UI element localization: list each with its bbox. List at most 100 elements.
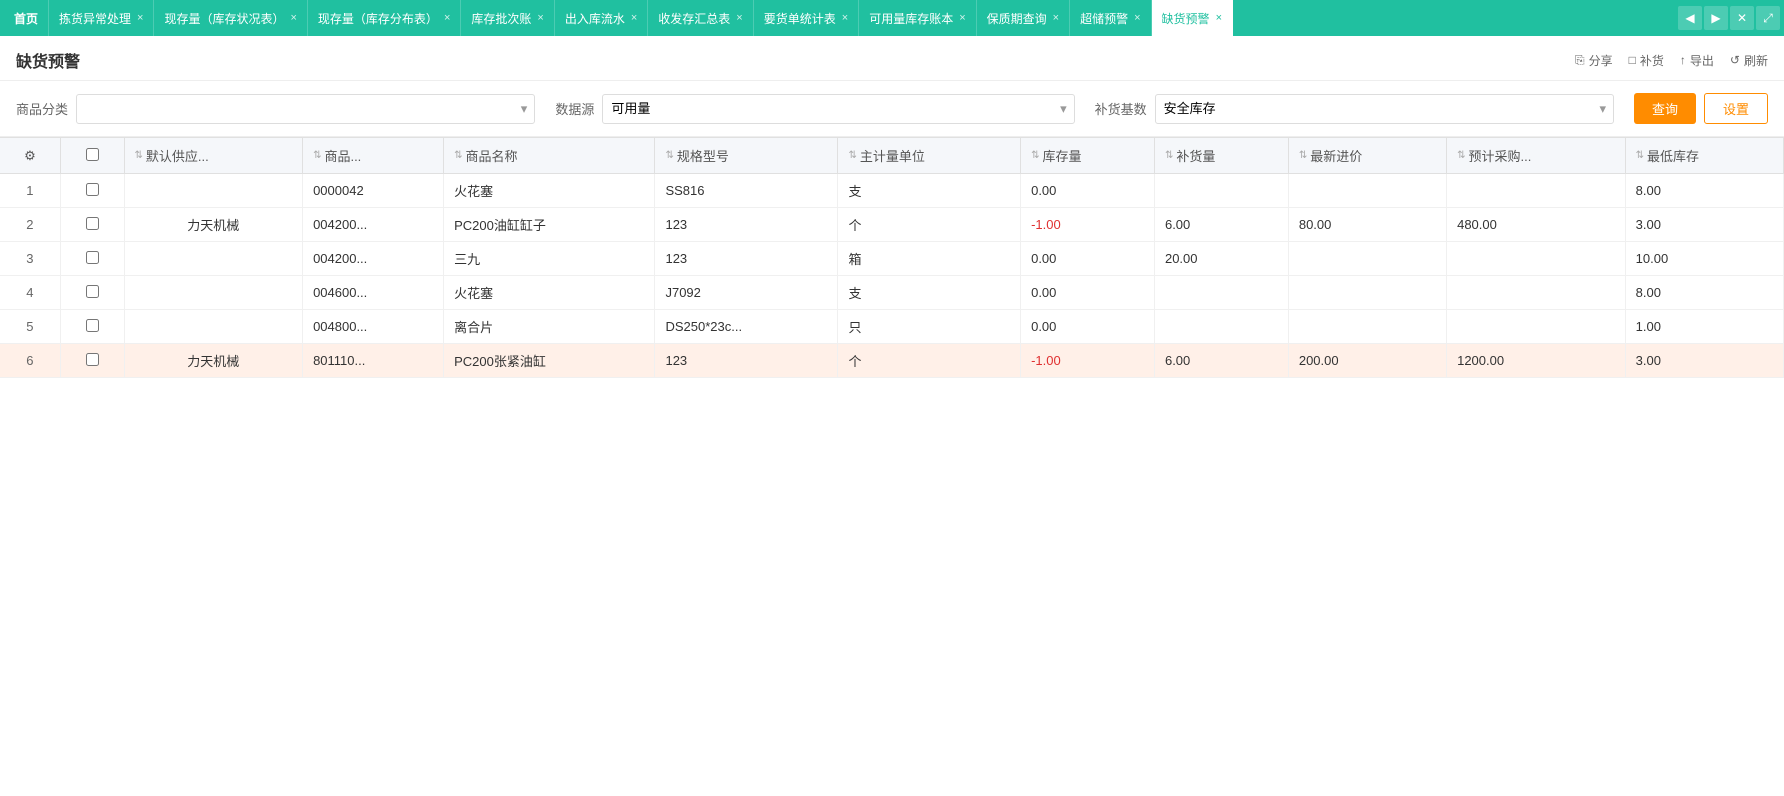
row-check-0[interactable] bbox=[60, 174, 124, 208]
th-supplier[interactable]: 默认供应... bbox=[124, 138, 303, 174]
row-num-1: 2 bbox=[0, 208, 60, 242]
row-num-3: 4 bbox=[0, 276, 60, 310]
tab-3[interactable]: 现存量（库存分布表） × bbox=[308, 0, 461, 36]
row-spec-0: SS816 bbox=[655, 174, 838, 208]
row-replenish-3 bbox=[1154, 276, 1288, 310]
row-estimate-3 bbox=[1447, 276, 1626, 310]
row-spec-3: J7092 bbox=[655, 276, 838, 310]
row-supplier-1: 力天机械 bbox=[124, 208, 303, 242]
export-button[interactable]: ↑ 导出 bbox=[1680, 52, 1714, 69]
tab-home[interactable]: 首页 bbox=[4, 0, 49, 36]
row-supplier-2 bbox=[124, 242, 303, 276]
tab-11[interactable]: 缺货预警 × bbox=[1152, 0, 1233, 36]
page-title: 缺货预警 bbox=[16, 48, 80, 72]
tab-9-close[interactable]: × bbox=[1053, 12, 1059, 24]
tab-6-close[interactable]: × bbox=[736, 12, 742, 24]
tab-4-close[interactable]: × bbox=[537, 12, 543, 24]
row-estimate-0 bbox=[1447, 174, 1626, 208]
th-min-stock[interactable]: 最低库存 bbox=[1625, 138, 1783, 174]
row-code-4: 004800... bbox=[303, 310, 444, 344]
row-num-5: 6 bbox=[0, 344, 60, 378]
tab-1-close[interactable]: × bbox=[137, 12, 143, 24]
th-stock[interactable]: 库存量 bbox=[1021, 138, 1155, 174]
tab-8-close[interactable]: × bbox=[959, 12, 965, 24]
tab-11-close[interactable]: × bbox=[1216, 12, 1222, 24]
query-button[interactable]: 查询 bbox=[1634, 93, 1696, 124]
row-min-stock-2: 10.00 bbox=[1625, 242, 1783, 276]
row-check-3[interactable] bbox=[60, 276, 124, 310]
settings-button[interactable]: 设置 bbox=[1704, 93, 1768, 124]
filter-group-basis: 补货基数 安全库存 bbox=[1095, 94, 1614, 124]
th-name-label: 商品名称 bbox=[465, 146, 517, 165]
tab-6-label: 收发存汇总表 bbox=[658, 10, 730, 27]
row-name-1: PC200油缸缸子 bbox=[444, 208, 655, 242]
tab-3-label: 现存量（库存分布表） bbox=[318, 10, 438, 27]
row-unit-3: 支 bbox=[838, 276, 1021, 310]
filter-category-wrapper bbox=[76, 94, 535, 124]
tab-3-close[interactable]: × bbox=[444, 12, 450, 24]
th-min-stock-label: 最低库存 bbox=[1647, 146, 1699, 165]
row-check-5[interactable] bbox=[60, 344, 124, 378]
row-supplier-4 bbox=[124, 310, 303, 344]
row-check-1[interactable] bbox=[60, 208, 124, 242]
row-supplier-0 bbox=[124, 174, 303, 208]
row-stock-2: 0.00 bbox=[1021, 242, 1155, 276]
tab-1-label: 拣货异常处理 bbox=[59, 10, 131, 27]
row-replenish-0 bbox=[1154, 174, 1288, 208]
row-replenish-5: 6.00 bbox=[1154, 344, 1288, 378]
tab-bar: 首页 拣货异常处理 × 现存量（库存状况表） × 现存量（库存分布表） × 库存… bbox=[0, 0, 1784, 36]
tab-6[interactable]: 收发存汇总表 × bbox=[648, 0, 753, 36]
filter-datasource-select[interactable]: 可用量 bbox=[602, 94, 1074, 124]
row-estimate-1: 480.00 bbox=[1447, 208, 1626, 242]
tab-4[interactable]: 库存批次账 × bbox=[461, 0, 554, 36]
row-stock-0: 0.00 bbox=[1021, 174, 1155, 208]
tab-10[interactable]: 超储预警 × bbox=[1070, 0, 1151, 36]
tab-9[interactable]: 保质期查询 × bbox=[977, 0, 1070, 36]
filter-category-select[interactable] bbox=[76, 94, 535, 124]
row-spec-1: 123 bbox=[655, 208, 838, 242]
select-all-checkbox[interactable] bbox=[86, 148, 99, 161]
tab-1[interactable]: 拣货异常处理 × bbox=[49, 0, 154, 36]
row-name-0: 火花塞 bbox=[444, 174, 655, 208]
tab-5-label: 出入库流水 bbox=[565, 10, 625, 27]
row-name-4: 离合片 bbox=[444, 310, 655, 344]
row-check-2[interactable] bbox=[60, 242, 124, 276]
tab-2-close[interactable]: × bbox=[290, 12, 296, 24]
row-check-4[interactable] bbox=[60, 310, 124, 344]
tab-expand-btn[interactable]: ⤢ bbox=[1756, 6, 1780, 30]
tab-7-close[interactable]: × bbox=[842, 12, 848, 24]
tab-5-close[interactable]: × bbox=[631, 12, 637, 24]
share-button[interactable]: ⎘ 分享 bbox=[1575, 52, 1613, 69]
row-price-4 bbox=[1288, 310, 1446, 344]
th-spec[interactable]: 规格型号 bbox=[655, 138, 838, 174]
tab-prev-btn[interactable]: ◀ bbox=[1678, 6, 1702, 30]
tab-2[interactable]: 现存量（库存状况表） × bbox=[154, 0, 307, 36]
th-checkbox[interactable] bbox=[60, 138, 124, 174]
th-name[interactable]: 商品名称 bbox=[444, 138, 655, 174]
row-name-5: PC200张紧油缸 bbox=[444, 344, 655, 378]
th-estimate[interactable]: 预计采购... bbox=[1447, 138, 1626, 174]
tab-8[interactable]: 可用量库存账本 × bbox=[859, 0, 976, 36]
th-unit[interactable]: 主计量单位 bbox=[838, 138, 1021, 174]
refresh-button[interactable]: ↺ 刷新 bbox=[1730, 52, 1768, 69]
tab-7[interactable]: 要货单统计表 × bbox=[754, 0, 859, 36]
replenish-button[interactable]: □ 补货 bbox=[1629, 52, 1664, 69]
row-code-5: 801110... bbox=[303, 344, 444, 378]
row-code-2: 004200... bbox=[303, 242, 444, 276]
row-price-3 bbox=[1288, 276, 1446, 310]
tab-close-all-btn[interactable]: ✕ bbox=[1730, 6, 1754, 30]
th-replenish[interactable]: 补货量 bbox=[1154, 138, 1288, 174]
th-settings[interactable]: ⚙ bbox=[0, 138, 60, 174]
th-estimate-label: 预计采购... bbox=[1468, 146, 1531, 165]
row-spec-4: DS250*23c... bbox=[655, 310, 838, 344]
filter-basis-select[interactable]: 安全库存 bbox=[1155, 94, 1614, 124]
row-estimate-5: 1200.00 bbox=[1447, 344, 1626, 378]
tab-10-close[interactable]: × bbox=[1134, 12, 1140, 24]
header-actions: ⎘ 分享 □ 补货 ↑ 导出 ↺ 刷新 bbox=[1575, 52, 1768, 69]
page-header: 缺货预警 ⎘ 分享 □ 补货 ↑ 导出 ↺ 刷新 bbox=[0, 36, 1784, 81]
table-row: 5 004800... 离合片 DS250*23c... 只 0.00 1.00 bbox=[0, 310, 1784, 344]
tab-5[interactable]: 出入库流水 × bbox=[555, 0, 648, 36]
th-price[interactable]: 最新进价 bbox=[1288, 138, 1446, 174]
tab-next-btn[interactable]: ▶ bbox=[1704, 6, 1728, 30]
th-code[interactable]: 商品... bbox=[303, 138, 444, 174]
